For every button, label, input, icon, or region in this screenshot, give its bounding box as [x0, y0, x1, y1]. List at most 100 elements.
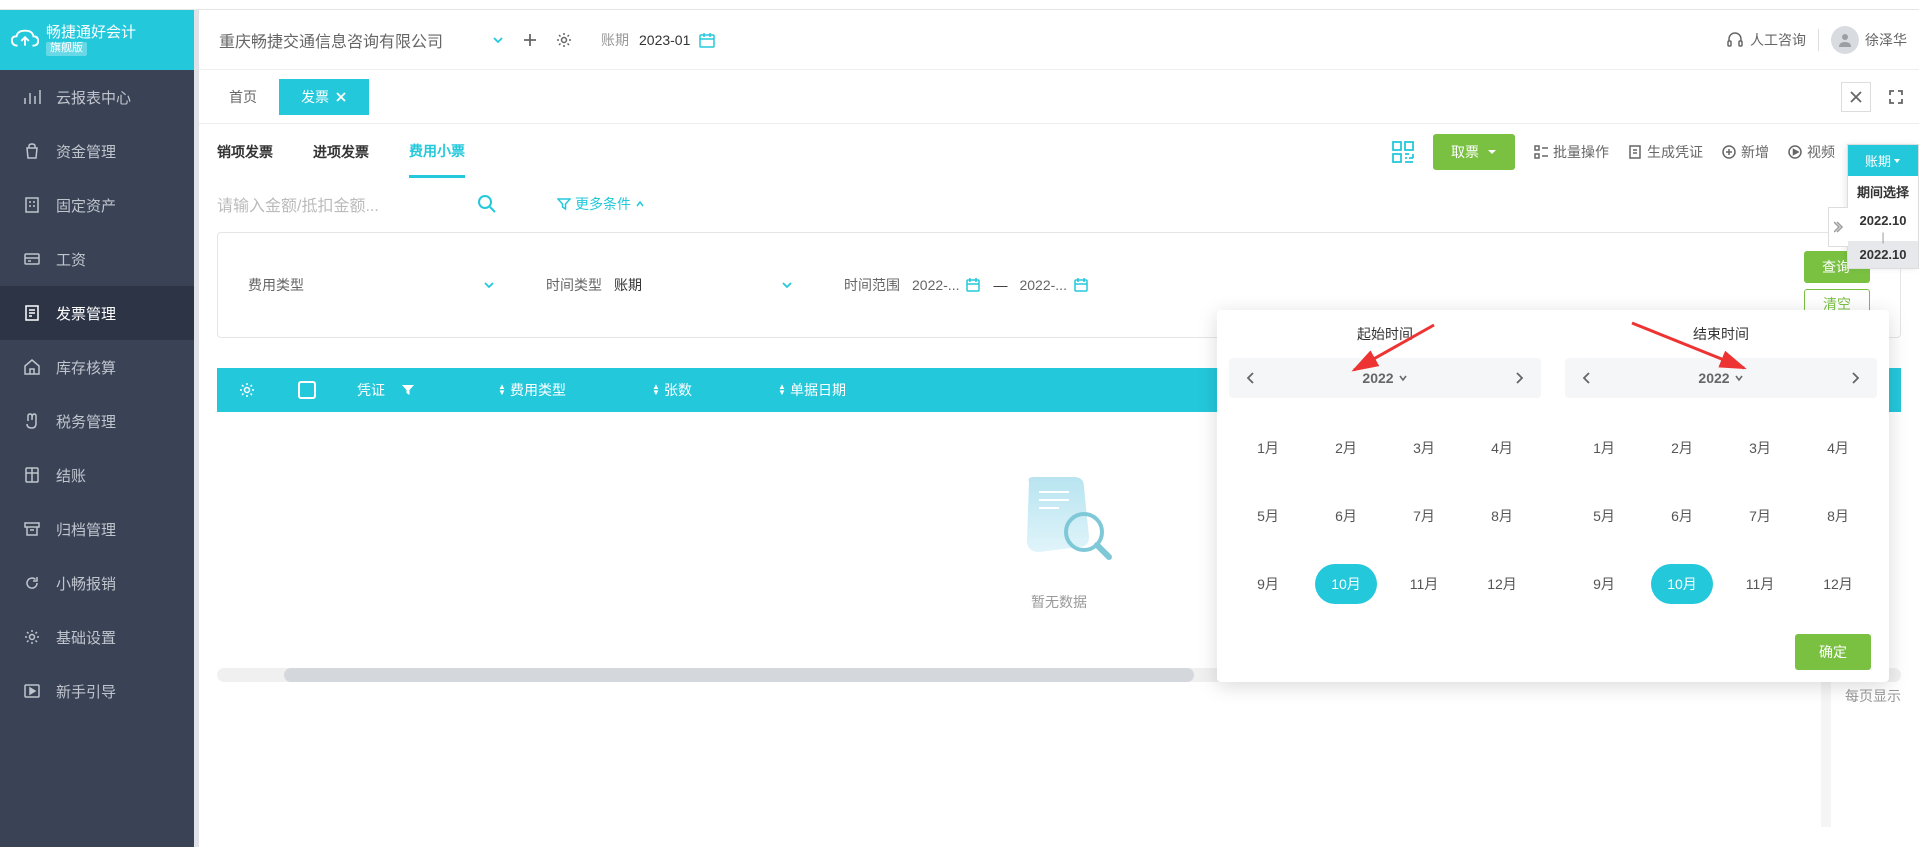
month-cell[interactable]: 9月 [1573, 564, 1635, 604]
close-icon[interactable] [335, 91, 347, 103]
col-count[interactable]: ▲▼ 张数 [607, 380, 737, 400]
month-cell[interactable]: 12月 [1807, 564, 1869, 604]
sidebar-item-label: 小畅报销 [56, 573, 116, 594]
user-menu[interactable]: 徐泽华 [1831, 26, 1907, 54]
month-cell[interactable]: 8月 [1471, 496, 1533, 536]
chevron-down-icon [780, 278, 794, 292]
sidebar-item-label: 结账 [56, 465, 86, 486]
batch-button[interactable]: 批量操作 [1533, 142, 1609, 162]
month-cell[interactable]: 1月 [1573, 428, 1635, 468]
month-cell[interactable]: 3月 [1729, 428, 1791, 468]
sidebar-item-book[interactable]: 结账 [0, 448, 194, 502]
video-button[interactable]: 视频 [1787, 142, 1835, 162]
fetch-invoice-button[interactable]: 取票 [1433, 134, 1515, 170]
fullscreen-button[interactable] [1881, 82, 1911, 112]
hand-icon [22, 411, 44, 431]
month-cell[interactable]: 9月 [1237, 564, 1299, 604]
cloud-upload-icon [10, 28, 40, 52]
month-cell[interactable]: 7月 [1393, 496, 1455, 536]
headset-icon [1726, 31, 1744, 49]
sidebar-item-hand[interactable]: 税务管理 [0, 394, 194, 448]
qrcode-icon[interactable] [1391, 140, 1415, 164]
end-date-input[interactable]: 2022-... [1019, 277, 1088, 293]
month-cell[interactable]: 1月 [1237, 428, 1299, 468]
add-button[interactable]: 新增 [1721, 142, 1769, 162]
sort-icon: ▲▼ [652, 384, 660, 395]
period-panel-header[interactable]: 账期 [1848, 145, 1918, 176]
refresh-icon [22, 573, 44, 593]
play-icon [22, 681, 44, 701]
plus-circle-icon [1721, 144, 1737, 160]
sort-icon: ▲▼ [778, 384, 786, 395]
month-cell[interactable]: 8月 [1807, 496, 1869, 536]
doc-icon [1627, 144, 1643, 160]
search-input[interactable]: 请输入金额/抵扣金额... [217, 192, 497, 216]
sidebar-item-receipt[interactable]: 发票管理 [0, 286, 194, 340]
year-select[interactable]: 2022 [1698, 370, 1743, 386]
period-label: 账期 [601, 30, 629, 50]
sub-tab-output[interactable]: 销项发票 [217, 128, 273, 176]
sidebar-item-play[interactable]: 新手引导 [0, 664, 194, 718]
sub-tab-input[interactable]: 进项发票 [313, 128, 369, 176]
tab-close-button[interactable] [1841, 82, 1871, 112]
month-cell[interactable]: 10月 [1651, 564, 1713, 604]
settings-icon[interactable] [547, 23, 581, 57]
month-cell[interactable]: 4月 [1471, 428, 1533, 468]
month-cell[interactable]: 2月 [1315, 428, 1377, 468]
prev-year-button[interactable] [1581, 371, 1591, 385]
month-cell[interactable]: 11月 [1729, 564, 1791, 604]
divider [1818, 29, 1819, 51]
sidebar-item-archive[interactable]: 归档管理 [0, 502, 194, 556]
month-cell[interactable]: 6月 [1651, 496, 1713, 536]
sidebar-item-bag[interactable]: 资金管理 [0, 124, 194, 178]
year-select[interactable]: 2022 [1362, 370, 1407, 386]
search-icon[interactable] [477, 194, 497, 214]
gear-icon [238, 381, 256, 399]
sidebar-item-label: 库存核算 [56, 357, 116, 378]
tab-home[interactable]: 首页 [207, 79, 279, 115]
start-date-input[interactable]: 2022-... [912, 277, 981, 293]
month-cell[interactable]: 10月 [1315, 564, 1377, 604]
app-logo: 畅捷通好会计 旗舰版 [0, 10, 194, 70]
panel-collapse-button[interactable] [1828, 207, 1848, 247]
month-cell[interactable]: 5月 [1573, 496, 1635, 536]
company-select[interactable]: 重庆畅捷交通信息咨询有限公司 [211, 28, 513, 52]
sub-tab-expense[interactable]: 费用小票 [409, 127, 465, 178]
sidebar-item-label: 归档管理 [56, 519, 116, 540]
col-date[interactable]: ▲▼ 单据日期 [737, 380, 887, 400]
calendar-icon [1073, 277, 1089, 293]
expense-type-filter[interactable]: 费用类型 [248, 272, 496, 298]
sidebar-item-card[interactable]: 工资 [0, 232, 194, 286]
sidebar-item-house[interactable]: 库存核算 [0, 340, 194, 394]
time-type-filter[interactable]: 时间类型 账期 [546, 269, 794, 301]
next-year-button[interactable] [1851, 371, 1861, 385]
add-company-button[interactable] [513, 23, 547, 57]
col-expense-type[interactable]: ▲▼ 费用类型 [457, 380, 607, 400]
select-all-checkbox[interactable] [277, 381, 337, 399]
sidebar-item-chart[interactable]: 云报表中心 [0, 70, 194, 124]
sidebar-item-gear[interactable]: 基础设置 [0, 610, 194, 664]
col-voucher[interactable]: 凭证 [337, 380, 457, 400]
month-cell[interactable]: 12月 [1471, 564, 1533, 604]
next-year-button[interactable] [1515, 371, 1525, 385]
tab-invoice[interactable]: 发票 [279, 79, 369, 115]
calendar-icon[interactable] [698, 31, 716, 49]
month-cell[interactable]: 11月 [1393, 564, 1455, 604]
gen-voucher-button[interactable]: 生成凭证 [1627, 142, 1703, 162]
consult-button[interactable]: 人工咨询 [1726, 30, 1806, 50]
username: 徐泽华 [1865, 30, 1907, 50]
month-cell[interactable]: 6月 [1315, 496, 1377, 536]
month-cell[interactable]: 5月 [1237, 496, 1299, 536]
gear-column[interactable] [217, 381, 277, 399]
month-cell[interactable]: 3月 [1393, 428, 1455, 468]
sidebar-item-building[interactable]: 固定资产 [0, 178, 194, 232]
prev-year-button[interactable] [1245, 371, 1255, 385]
month-cell[interactable]: 2月 [1651, 428, 1713, 468]
play-circle-icon [1787, 144, 1803, 160]
confirm-date-button[interactable]: 确定 [1795, 634, 1871, 670]
period-item[interactable]: 2022.10 [1848, 241, 1918, 268]
more-filters-toggle[interactable]: 更多条件 [557, 194, 645, 214]
month-cell[interactable]: 4月 [1807, 428, 1869, 468]
month-cell[interactable]: 7月 [1729, 496, 1791, 536]
sidebar-item-refresh[interactable]: 小畅报销 [0, 556, 194, 610]
